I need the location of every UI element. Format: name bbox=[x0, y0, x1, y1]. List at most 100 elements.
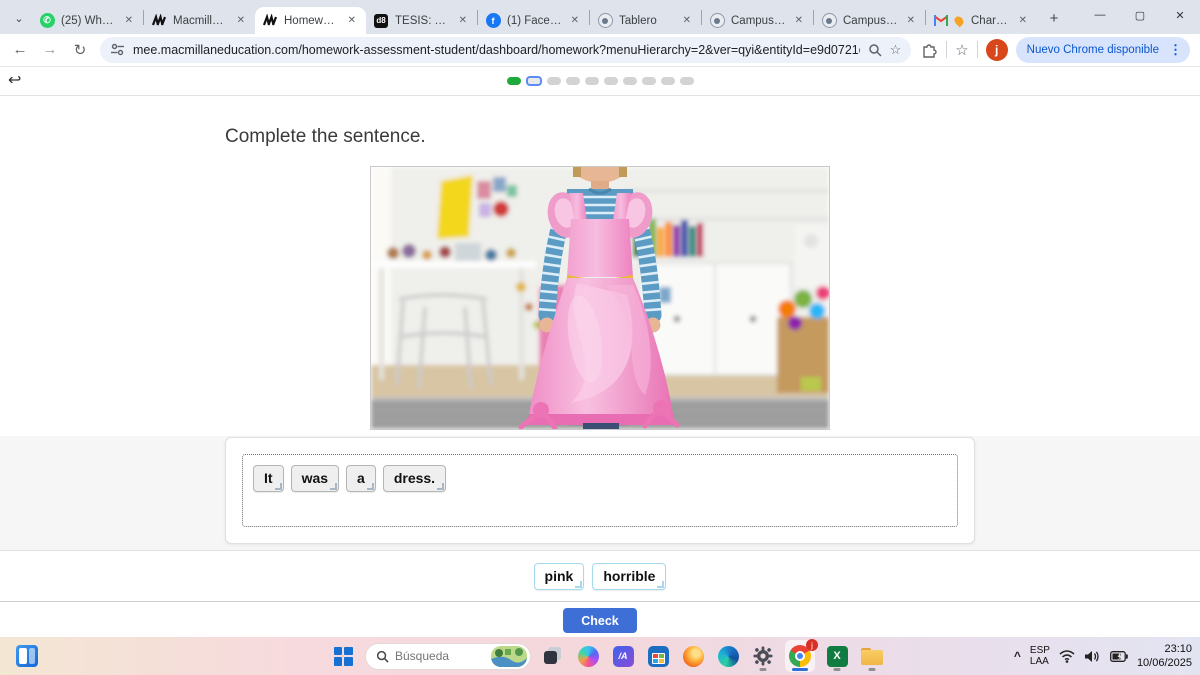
word-chip[interactable]: a bbox=[346, 465, 376, 492]
bing-daily-image[interactable] bbox=[491, 645, 527, 667]
task-view-icon[interactable] bbox=[540, 640, 566, 672]
tab-close-icon[interactable]: ✕ bbox=[568, 14, 582, 27]
tab-title: Tablero bbox=[619, 14, 657, 27]
word-bank-chip[interactable]: pink bbox=[533, 562, 585, 590]
tab-charla[interactable]: Charla In ✕ bbox=[926, 7, 1037, 34]
tab-close-icon[interactable]: ✕ bbox=[122, 14, 136, 27]
running-indicator bbox=[833, 668, 841, 671]
file-explorer-icon[interactable] bbox=[859, 640, 885, 672]
tab-whatsapp[interactable]: ✆ (25) WhatsAp ✕ bbox=[32, 7, 143, 34]
progress-dot bbox=[622, 77, 637, 85]
progress-dot bbox=[546, 77, 561, 85]
back-button[interactable]: ← bbox=[10, 41, 30, 58]
search-icon bbox=[376, 650, 389, 663]
browser-menu-icon[interactable]: ⋮ bbox=[1165, 42, 1186, 58]
site-settings-icon[interactable] bbox=[110, 43, 125, 56]
running-indicator-active bbox=[792, 668, 808, 671]
close-window-button[interactable]: ✕ bbox=[1160, 0, 1200, 30]
bookmark-star-icon[interactable]: ☆ bbox=[890, 42, 902, 58]
url-input[interactable] bbox=[133, 42, 860, 57]
profile-avatar[interactable]: j bbox=[985, 38, 1008, 61]
tab-campus-1[interactable]: Campus Virtu ✕ bbox=[702, 7, 813, 34]
tab-close-icon[interactable]: ✕ bbox=[456, 14, 470, 27]
microsoft-store-icon[interactable] bbox=[645, 640, 671, 672]
running-indicator bbox=[868, 668, 876, 671]
campus-crest-icon bbox=[597, 13, 613, 29]
toolbar-divider bbox=[946, 41, 948, 58]
forward-button[interactable]: → bbox=[40, 41, 60, 58]
tab-campus-2[interactable]: Campus Virtu ✕ bbox=[814, 7, 925, 34]
document-icon: d8 bbox=[373, 13, 389, 29]
progress-dot bbox=[506, 77, 521, 85]
progress-dot bbox=[584, 77, 599, 85]
reload-button[interactable]: ↻ bbox=[70, 41, 90, 59]
tab-homework-active[interactable]: Homework ✕ bbox=[255, 7, 366, 34]
movavi-icon[interactable]: /A bbox=[610, 640, 636, 672]
battery-icon[interactable] bbox=[1109, 650, 1128, 662]
taskbar-center: /A j X bbox=[330, 637, 885, 675]
tab-strip: ⌄ ✆ (25) WhatsAp ✕ Macmillan Ed ✕ Homewo… bbox=[0, 0, 1200, 34]
sentence-dropzone[interactable]: It was a dress. bbox=[242, 454, 958, 527]
pinned-extension-icon[interactable]: ☆ bbox=[955, 41, 968, 59]
language-code: ESP bbox=[1029, 644, 1050, 656]
toolbar-right: ☆ j Nuevo Chrome disponible ⋮ bbox=[921, 36, 1190, 63]
word-chip[interactable]: dress. bbox=[382, 465, 447, 492]
word-chip[interactable]: It bbox=[253, 465, 284, 492]
taskbar-search-input[interactable] bbox=[395, 649, 475, 663]
tab-close-icon[interactable]: ✕ bbox=[792, 14, 806, 27]
check-section: Check bbox=[0, 602, 1200, 638]
tab-close-icon[interactable]: ✕ bbox=[234, 14, 248, 27]
tab-tesis[interactable]: d8 TESIS: TEORI ✕ bbox=[366, 7, 477, 34]
facebook-icon: f bbox=[485, 13, 501, 29]
chrome-update-button[interactable]: Nuevo Chrome disponible ⋮ bbox=[1015, 36, 1190, 63]
flame-icon bbox=[952, 14, 966, 27]
excel-icon[interactable]: X bbox=[824, 640, 850, 672]
language-indicator[interactable]: ESP LAA bbox=[1030, 645, 1050, 668]
progress-dot bbox=[603, 77, 618, 85]
settings-icon[interactable] bbox=[750, 640, 776, 672]
minimize-button[interactable]: — bbox=[1080, 0, 1120, 30]
browser-window: ⌄ ✆ (25) WhatsAp ✕ Macmillan Ed ✕ Homewo… bbox=[0, 0, 1200, 675]
chrome-notification-badge: j bbox=[806, 639, 818, 651]
new-tab-button[interactable]: + bbox=[1041, 5, 1067, 31]
progress-indicator bbox=[0, 67, 1200, 95]
taskbar-clock[interactable]: 23:10 10/06/2025 bbox=[1137, 642, 1192, 671]
tab-close-icon[interactable]: ✕ bbox=[345, 14, 359, 27]
keyboard-layout: LAA bbox=[1029, 656, 1049, 667]
edge-icon[interactable] bbox=[715, 640, 741, 672]
tab-title: TESIS: TEORI bbox=[395, 14, 450, 27]
wifi-icon[interactable] bbox=[1059, 649, 1075, 663]
chrome-icon-active[interactable]: j bbox=[785, 639, 818, 672]
tab-close-icon[interactable]: ✕ bbox=[904, 14, 918, 27]
copilot-icon[interactable] bbox=[575, 640, 601, 672]
macmillan-logo-icon bbox=[262, 13, 278, 29]
widgets-icon[interactable] bbox=[16, 645, 38, 667]
tab-tablero[interactable]: Tablero ✕ bbox=[590, 7, 701, 34]
omnibox[interactable]: ☆ bbox=[100, 36, 912, 63]
tab-title: (25) WhatsAp bbox=[61, 14, 116, 27]
tab-title: Campus Virtu bbox=[731, 14, 786, 27]
taskbar-search[interactable] bbox=[365, 642, 531, 670]
windows-taskbar: /A j X ^ ESP LAA bbox=[0, 637, 1200, 675]
tab-close-icon[interactable]: ✕ bbox=[1016, 14, 1030, 27]
zoom-icon[interactable] bbox=[868, 43, 882, 57]
answer-card: It was a dress. bbox=[225, 437, 975, 544]
tab-macmillan[interactable]: Macmillan Ed ✕ bbox=[144, 7, 255, 34]
exercise-content: Complete the sentence. It was a dress. p… bbox=[0, 97, 1200, 638]
maximize-button[interactable]: ▢ bbox=[1120, 0, 1160, 30]
firefox-icon[interactable] bbox=[680, 640, 706, 672]
tab-search-chevron-icon[interactable]: ⌄ bbox=[6, 5, 32, 31]
exercise-photo bbox=[370, 166, 830, 430]
tab-close-icon[interactable]: ✕ bbox=[680, 14, 694, 27]
word-bank-chip[interactable]: horrible bbox=[592, 562, 667, 590]
progress-dot bbox=[565, 77, 580, 85]
extensions-puzzle-icon[interactable] bbox=[921, 41, 938, 58]
tray-expand-icon[interactable]: ^ bbox=[1014, 649, 1021, 663]
tray-time: 23:10 bbox=[1164, 642, 1192, 655]
exercise-instruction: Complete the sentence. bbox=[225, 126, 426, 147]
tab-facebook[interactable]: f (1) Facebook ✕ bbox=[478, 7, 589, 34]
start-button[interactable] bbox=[330, 640, 356, 672]
word-chip[interactable]: was bbox=[290, 465, 340, 492]
check-button[interactable]: Check bbox=[563, 608, 637, 633]
volume-icon[interactable] bbox=[1084, 650, 1101, 663]
